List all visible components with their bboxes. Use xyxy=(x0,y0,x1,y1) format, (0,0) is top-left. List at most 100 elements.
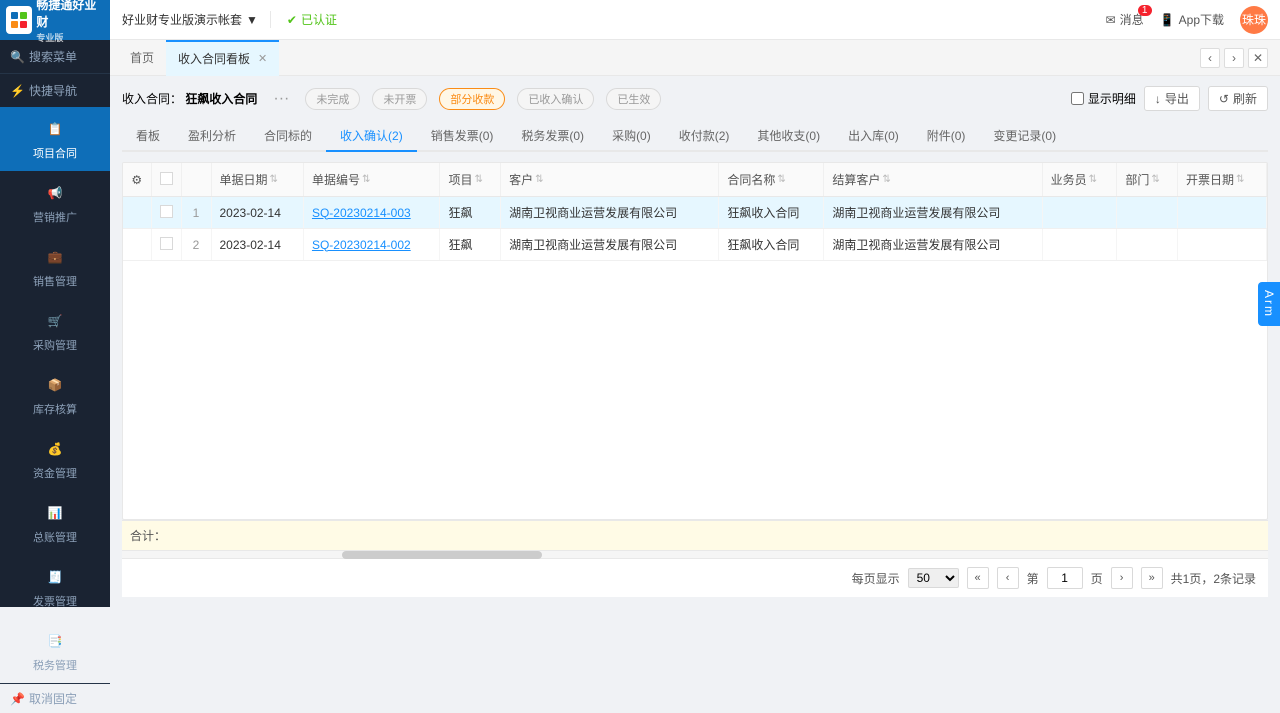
home-tab[interactable]: 首页 xyxy=(122,49,162,66)
status-incomplete-btn[interactable]: 未完成 xyxy=(305,88,360,110)
tab-contract-standard[interactable]: 合同标的 xyxy=(250,121,326,152)
contract-more-btn[interactable]: ··· xyxy=(269,90,293,108)
sort-customer-icon[interactable]: ⇅ xyxy=(535,174,543,185)
company-selector[interactable]: 好业财专业版演示帐套 ▼ xyxy=(122,11,271,28)
row-code[interactable]: SQ-20230214-003 xyxy=(303,197,440,229)
tab-profit[interactable]: 盈利分析 xyxy=(174,121,250,152)
status-effective-btn[interactable]: 已生效 xyxy=(606,88,661,110)
sort-code-icon[interactable]: ⇅ xyxy=(362,174,370,185)
page-total: 共1页，2条记录 xyxy=(1171,570,1256,587)
sort-sales-icon[interactable]: ⇅ xyxy=(1089,174,1097,185)
tab-attachment[interactable]: 附件(0) xyxy=(913,121,980,152)
code-link[interactable]: SQ-20230214-002 xyxy=(312,238,411,252)
status-uninvoiced-btn[interactable]: 未开票 xyxy=(372,88,427,110)
sort-billing-icon[interactable]: ⇅ xyxy=(882,174,890,185)
detail-label: 显示明细 xyxy=(1088,90,1136,107)
messages-btn[interactable]: ✉ 1 消息 xyxy=(1106,11,1144,28)
sidebar-item-funds[interactable]: 💰 资金管理 xyxy=(0,427,110,491)
last-page-btn[interactable]: » xyxy=(1141,567,1163,589)
right-float-btn[interactable]: Arm xyxy=(1258,282,1280,326)
export-btn[interactable]: ↓ 导出 xyxy=(1144,86,1200,111)
sort-date-icon[interactable]: ⇅ xyxy=(270,174,278,185)
row-checkbox[interactable] xyxy=(160,237,173,250)
sidebar-item-tax[interactable]: 📑 税务管理 xyxy=(0,619,110,683)
sort-contract-icon[interactable]: ⇅ xyxy=(777,174,785,185)
row-code[interactable]: SQ-20230214-002 xyxy=(303,229,440,261)
code-link[interactable]: SQ-20230214-003 xyxy=(312,206,411,220)
sidebar-item-marketing[interactable]: 📢 营销推广 xyxy=(0,171,110,235)
table-row[interactable]: 1 2023-02-14 SQ-20230214-003 狂飙 湖南卫视商业运营… xyxy=(123,197,1267,229)
sidebar-item-label-sales: 销售管理 xyxy=(33,273,77,289)
pin-icon: 📌 xyxy=(10,692,25,706)
marketing-icon: 📢 xyxy=(43,181,67,205)
sidebar-search[interactable]: 🔍 搜索菜单 xyxy=(0,40,110,74)
tab-purchase[interactable]: 采购(0) xyxy=(598,121,665,152)
sidebar-item-label-purchase: 采购管理 xyxy=(33,337,77,353)
app-download-btn[interactable]: 📱 App下载 xyxy=(1160,11,1224,28)
tab-warehouse[interactable]: 出入库(0) xyxy=(834,121,913,152)
per-page-select[interactable]: 50 100 200 xyxy=(908,568,959,588)
sidebar-item-general[interactable]: 📊 总账管理 xyxy=(0,491,110,555)
row-date: 2023-02-14 xyxy=(211,229,303,261)
tab-prev-btn[interactable]: ‹ xyxy=(1200,48,1220,68)
select-all-checkbox[interactable] xyxy=(160,172,173,185)
tab-tax-invoice[interactable]: 税务发票(0) xyxy=(507,121,598,152)
search-icon: 🔍 xyxy=(10,50,25,64)
sidebar-item-inventory[interactable]: 📦 库存核算 xyxy=(0,363,110,427)
col-header-checkbox[interactable] xyxy=(151,163,181,197)
page-input[interactable] xyxy=(1047,567,1083,589)
inventory-icon: 📦 xyxy=(43,373,67,397)
col-header-settings[interactable]: ⚙ xyxy=(123,163,151,197)
purchase-icon: 🛒 xyxy=(43,309,67,333)
sort-project-icon[interactable]: ⇅ xyxy=(475,174,483,185)
sidebar-item-invoice[interactable]: 🧾 发票管理 xyxy=(0,555,110,619)
tab-close-all-btn[interactable]: ✕ xyxy=(1248,48,1268,68)
refresh-label: 刷新 xyxy=(1233,90,1257,107)
tab-next-btn[interactable]: › xyxy=(1224,48,1244,68)
tab-close-btn[interactable]: ✕ xyxy=(258,52,267,65)
first-page-btn[interactable]: « xyxy=(967,567,989,589)
row-checkbox-cell[interactable] xyxy=(151,197,181,229)
row-checkbox[interactable] xyxy=(160,205,173,218)
row-date: 2023-02-14 xyxy=(211,197,303,229)
table-row[interactable]: 2 2023-02-14 SQ-20230214-002 狂飙 湖南卫视商业运营… xyxy=(123,229,1267,261)
refresh-btn[interactable]: ↺ 刷新 xyxy=(1208,86,1268,111)
status-confirmed-btn[interactable]: 已收入确认 xyxy=(517,88,594,110)
tab-board[interactable]: 看板 xyxy=(122,121,174,152)
col-header-department: 部门⇅ xyxy=(1117,163,1178,197)
status-partial-btn[interactable]: 部分收款 xyxy=(439,88,505,110)
sidebar-item-project[interactable]: 📋 项目合同 xyxy=(0,107,110,171)
tab-payment[interactable]: 收付款(2) xyxy=(665,121,744,152)
total-label: 合计： xyxy=(130,527,166,544)
show-detail-checkbox[interactable]: 显示明细 xyxy=(1071,86,1136,111)
user-avatar-btn[interactable]: 珠珠 xyxy=(1240,6,1268,34)
sidebar-item-sales[interactable]: 💼 销售管理 xyxy=(0,235,110,299)
data-table-container: ⚙ 单据日期⇅ 单据编号⇅ 项目⇅ xyxy=(122,162,1268,520)
sort-dept-icon[interactable]: ⇅ xyxy=(1151,174,1159,185)
message-icon: ✉ xyxy=(1106,13,1116,27)
tab-other-income[interactable]: 其他收支(0) xyxy=(743,121,834,152)
quick-nav[interactable]: ⚡ 快捷导航 xyxy=(0,74,110,107)
avatar: 珠珠 xyxy=(1240,6,1268,34)
app-name: 畅捷通好业财 xyxy=(36,0,104,30)
row-invoice-date xyxy=(1177,229,1266,261)
next-page-btn[interactable]: › xyxy=(1111,567,1133,589)
row-contract-name: 狂飙收入合同 xyxy=(719,197,824,229)
prev-page-btn[interactable]: ‹ xyxy=(997,567,1019,589)
tab-sales-invoice[interactable]: 销售发票(0) xyxy=(417,121,508,152)
active-tab[interactable]: 收入合同看板 ✕ xyxy=(166,40,279,76)
contract-actions: 显示明细 ↓ 导出 ↺ 刷新 xyxy=(1071,86,1268,111)
unpin-btn[interactable]: 📌 取消固定 xyxy=(0,683,110,713)
horizontal-scrollbar[interactable] xyxy=(122,550,1268,558)
tab-income-confirm[interactable]: 收入确认(2) xyxy=(326,121,417,152)
sidebar-item-purchase[interactable]: 🛒 采购管理 xyxy=(0,299,110,363)
sidebar-item-label-inventory: 库存核算 xyxy=(33,401,77,417)
sort-invoice-date-icon[interactable]: ⇅ xyxy=(1236,174,1244,185)
settings-icon[interactable]: ⚙ xyxy=(131,173,142,187)
scrollbar-thumb[interactable] xyxy=(342,551,542,559)
row-checkbox-cell[interactable] xyxy=(151,229,181,261)
app-download-label: App下载 xyxy=(1179,11,1224,28)
detail-checkbox-input[interactable] xyxy=(1071,92,1084,105)
tab-change-log[interactable]: 变更记录(0) xyxy=(979,121,1070,152)
row-num: 2 xyxy=(181,229,211,261)
